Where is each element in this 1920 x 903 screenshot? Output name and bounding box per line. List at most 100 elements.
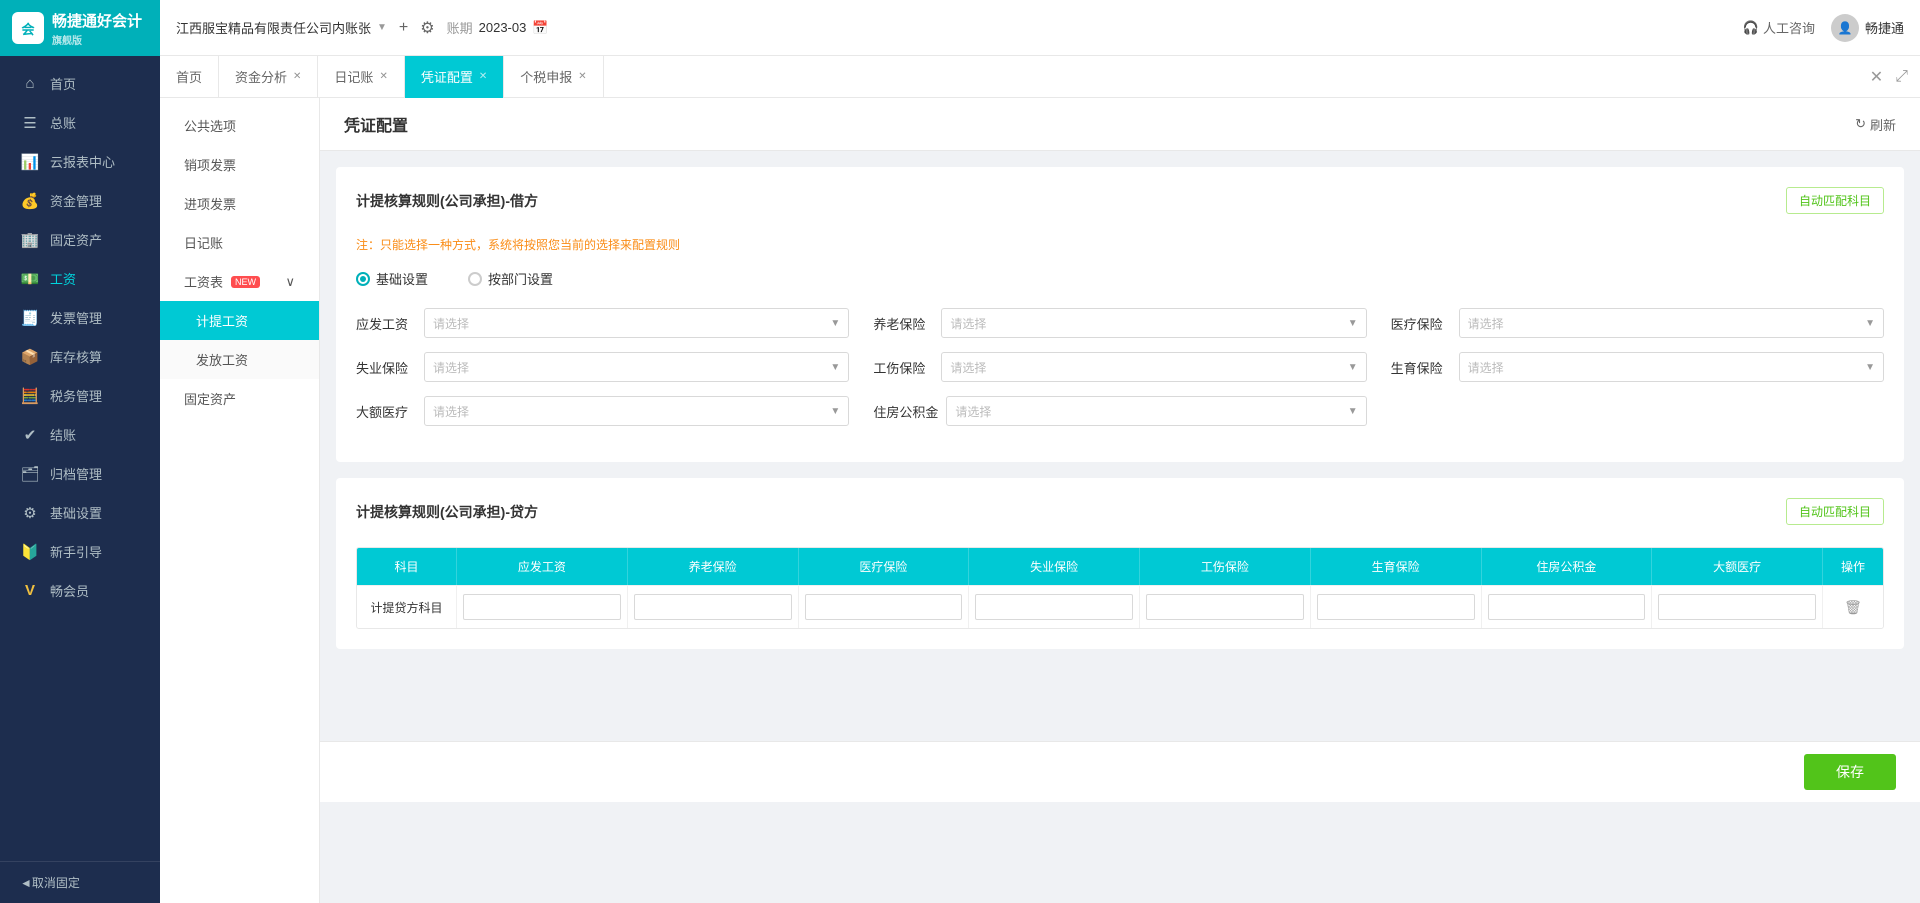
cancel-pin-button[interactable]: ◄取消固定 [0,861,160,903]
left-nav-public[interactable]: 公共选项 [160,106,319,145]
sidebar-item-home[interactable]: ⌂ 首页 [0,64,160,103]
input-row-unemployment[interactable] [975,594,1133,620]
page-title: 凭证配置 [344,112,408,136]
left-nav-purchase-invoice[interactable]: 进项发票 [160,184,319,223]
sidebar-item-salary-label: 工资 [50,269,76,288]
refresh-icon: ↻ [1855,116,1866,132]
radio-by-dept[interactable]: 按部门设置 [468,269,553,288]
td-row-work-injury[interactable] [1140,586,1311,628]
support-button[interactable]: 🎧 人工咨询 [1743,18,1815,37]
td-row-maternity[interactable] [1311,586,1482,628]
sidebar-item-funds[interactable]: 💰 资金管理 [0,181,160,220]
form-item-pension: 养老保险 请选择 ▼ [873,308,1366,338]
sidebar-item-funds-label: 资金管理 [50,191,102,210]
refresh-button[interactable]: ↻ 刷新 [1855,115,1896,134]
table-head: 科目 应发工资 养老保险 医疗保险 失业保险 工伤保险 生育保险 住房公积金 大… [357,548,1883,585]
select-unemployment-placeholder: 请选择 [433,359,469,376]
sidebar-item-tax[interactable]: 🧮 税务管理 [0,376,160,415]
company-name: 江西服宝精品有限责任公司内账张 [176,18,371,37]
sidebar-item-guide[interactable]: 🔰 新手引导 [0,532,160,571]
left-nav-salary-pay[interactable]: 发放工资 [160,340,319,379]
sidebar-item-invoice-label: 发票管理 [50,308,102,327]
sidebar-item-assets[interactable]: 🏢 固定资产 [0,220,160,259]
tab-voucher[interactable]: 凭证配置 ✕ [405,56,504,98]
input-row-medical[interactable] [805,594,963,620]
period-display: 账期 2023-03 📅 [447,18,549,37]
td-row-pension[interactable] [628,586,799,628]
td-row-unemployment[interactable] [969,586,1140,628]
input-row-big-medical[interactable] [1658,594,1816,620]
setting-button[interactable]: ⚙ [420,18,434,38]
td-row-delete[interactable]: 🗑 [1823,586,1883,628]
left-nav-salary-calc[interactable]: 计提工资 [160,301,319,340]
form-label-medical: 医疗保险 [1391,314,1451,333]
sidebar-item-salary[interactable]: 💵 工资 [0,259,160,298]
input-row-work-injury[interactable] [1146,594,1304,620]
add-button[interactable]: + [399,19,408,37]
th-action: 操作 [1823,548,1883,585]
left-nav-fixed-assets[interactable]: 固定资产 [160,379,319,418]
page-header: 凭证配置 ↻ 刷新 [320,98,1920,151]
td-row-medical[interactable] [799,586,970,628]
sidebar-item-inventory[interactable]: 📦 库存核算 [0,337,160,376]
sidebar-item-archive[interactable]: 🗂 归档管理 [0,454,160,493]
tab-home[interactable]: 首页 [160,56,219,98]
tab-home-label: 首页 [176,67,202,86]
left-nav-sales-invoice[interactable]: 销项发票 [160,145,319,184]
form-item-work-injury: 工伤保险 请选择 ▼ [873,352,1366,382]
td-row-housing-fund[interactable] [1482,586,1653,628]
home-icon: ⌂ [20,75,40,92]
tab-tax-label: 个税申报 [520,67,572,86]
input-row-maternity[interactable] [1317,594,1475,620]
sidebar-item-reports-label: 云报表中心 [50,152,115,171]
refresh-label: 刷新 [1870,115,1896,134]
select-medical[interactable]: 请选择 ▼ [1459,308,1884,338]
tab-funds-close-icon[interactable]: ✕ [293,71,301,82]
select-salary-chevron: ▼ [830,318,840,329]
select-housing-fund[interactable]: 请选择 ▼ [946,396,1366,426]
input-row-salary[interactable] [463,594,621,620]
close-window-icon[interactable]: ✕ [1870,67,1883,87]
tab-tax-close-icon[interactable]: ✕ [578,71,586,82]
select-maternity[interactable]: 请选择 ▼ [1459,352,1884,382]
tab-tax[interactable]: 个税申报 ✕ [504,56,603,98]
sidebar-item-inventory-label: 库存核算 [50,347,102,366]
maximize-icon[interactable]: ⤢ [1895,68,1908,86]
tab-journal-close-icon[interactable]: ✕ [379,71,387,82]
sidebar-item-settlement[interactable]: ✔ 结账 [0,415,160,454]
select-salary[interactable]: 请选择 ▼ [424,308,849,338]
new-badge: NEW [231,276,260,288]
credit-auto-match-button[interactable]: 自动匹配科目 [1786,498,1884,525]
sidebar-item-member[interactable]: V 畅会员 [0,571,160,610]
th-subject: 科目 [357,548,457,585]
select-pension[interactable]: 请选择 ▼ [941,308,1366,338]
select-pension-chevron: ▼ [1348,318,1358,329]
left-nav-salary-table[interactable]: 工资表 NEW ∨ [160,262,319,301]
tab-voucher-close-icon[interactable]: ✕ [479,71,487,82]
select-unemployment[interactable]: 请选择 ▼ [424,352,849,382]
save-button[interactable]: 保存 [1804,754,1896,790]
tab-funds[interactable]: 资金分析 ✕ [219,56,318,98]
td-row-big-medical[interactable] [1652,586,1823,628]
select-big-medical-chevron: ▼ [830,406,840,417]
credit-table: 科目 应发工资 养老保险 医疗保险 失业保险 工伤保险 生育保险 住房公积金 大… [356,547,1884,629]
sidebar-nav: ⌂ 首页 ☰ 总账 📊 云报表中心 💰 资金管理 🏢 固定资产 💵 工资 🧾 发… [0,56,160,861]
input-row-pension[interactable] [634,594,792,620]
radio-basic[interactable]: 基础设置 [356,269,428,288]
select-big-medical[interactable]: 请选择 ▼ [424,396,849,426]
sidebar-item-reports[interactable]: 📊 云报表中心 [0,142,160,181]
td-row-salary[interactable] [457,586,628,628]
left-nav-journal[interactable]: 日记账 [160,223,319,262]
select-work-injury[interactable]: 请选择 ▼ [941,352,1366,382]
calendar-icon[interactable]: 📅 [532,20,548,36]
sidebar-item-invoice[interactable]: 🧾 发票管理 [0,298,160,337]
sidebar-item-assets-label: 固定资产 [50,230,102,249]
tab-journal[interactable]: 日记账 ✕ [318,56,404,98]
company-selector[interactable]: 江西服宝精品有限责任公司内账张 ▼ [176,18,387,37]
sidebar-item-settings[interactable]: ⚙ 基础设置 [0,493,160,532]
inventory-icon: 📦 [20,348,40,366]
user-button[interactable]: 👤 畅捷通 [1831,14,1904,42]
sidebar-item-ledger[interactable]: ☰ 总账 [0,103,160,142]
input-row-housing-fund[interactable] [1488,594,1646,620]
debit-auto-match-button[interactable]: 自动匹配科目 [1786,187,1884,214]
